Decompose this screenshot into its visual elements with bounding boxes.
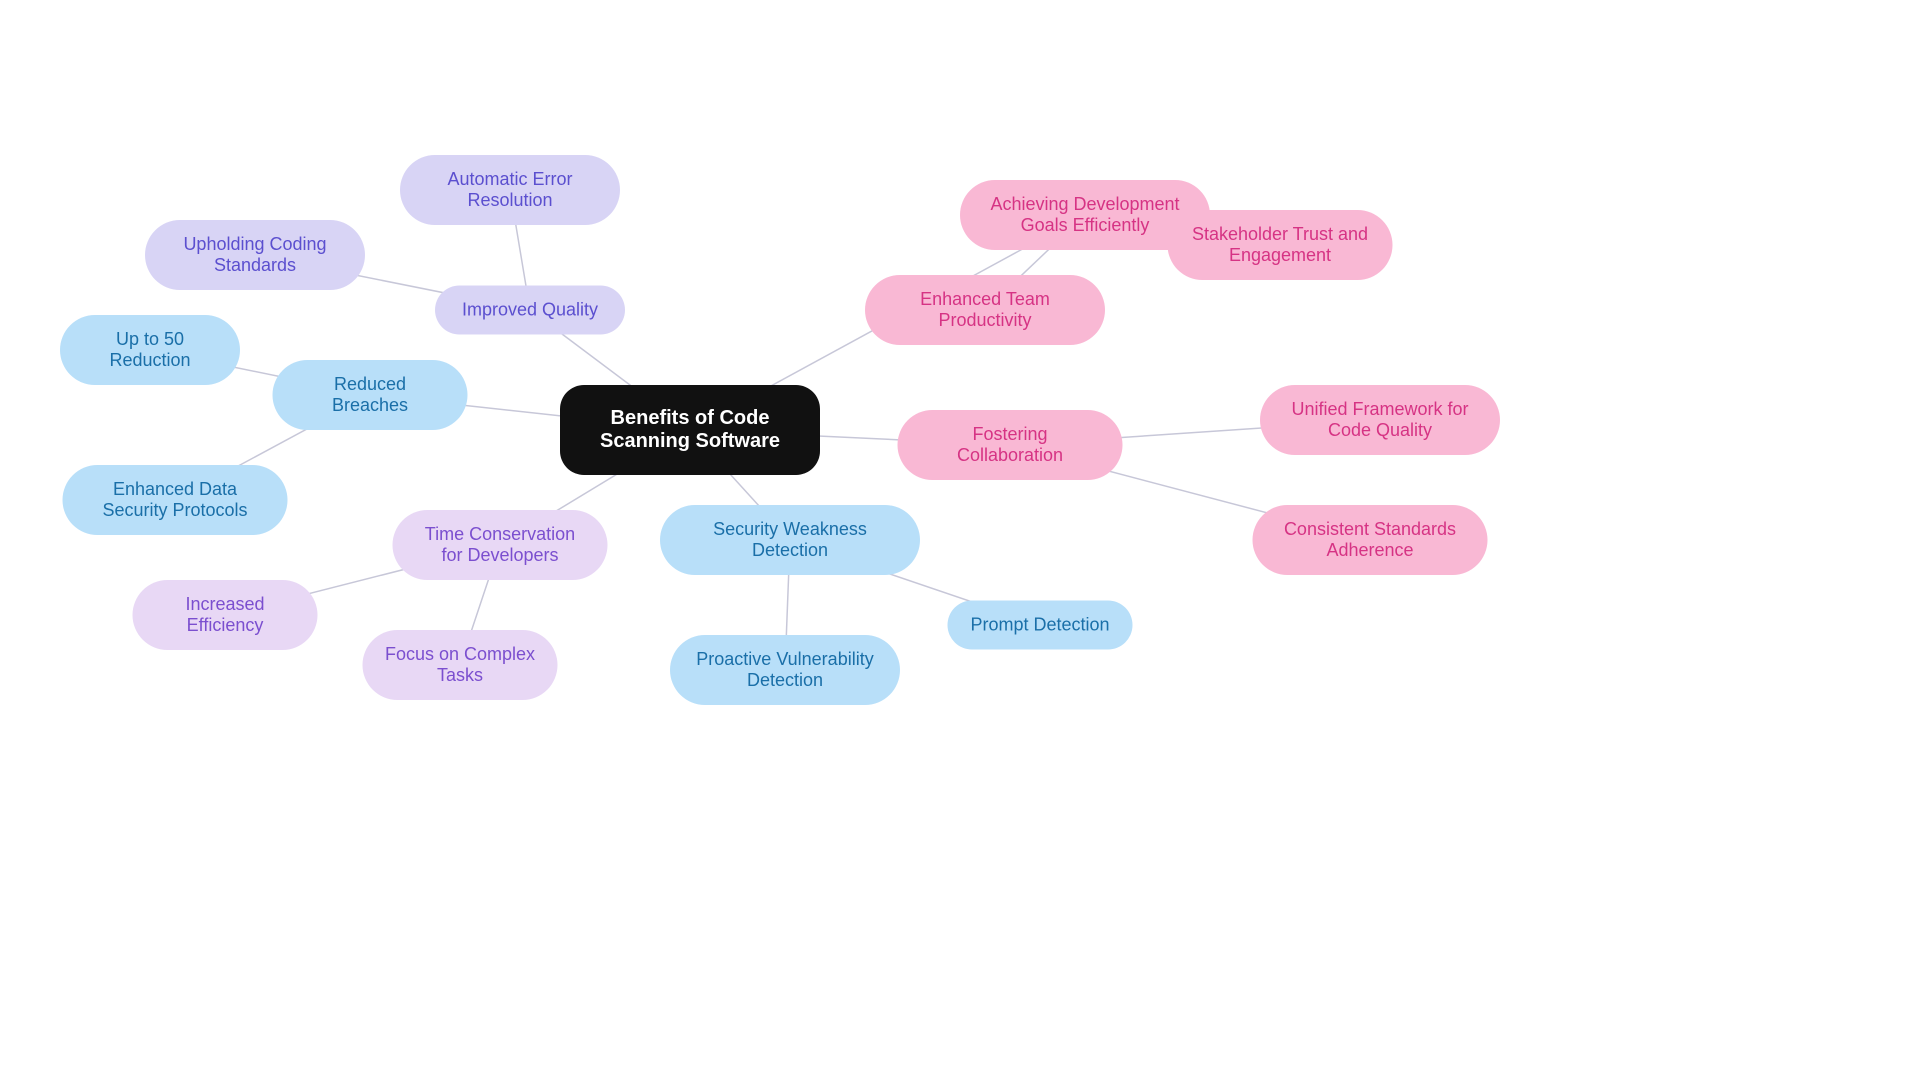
connections-svg	[0, 0, 1920, 1083]
node-reduced-breaches: Reduced Breaches	[273, 360, 468, 430]
node-focus-complex: Focus on Complex Tasks	[363, 630, 558, 700]
center-node: Benefits of Code Scanning Software	[560, 385, 820, 475]
node-up-to-50: Up to 50 Reduction	[60, 315, 240, 385]
node-enhanced-team: Enhanced Team Productivity	[865, 275, 1105, 345]
node-enhanced-data: Enhanced Data Security Protocols	[63, 465, 288, 535]
node-increased-efficiency: Increased Efficiency	[133, 580, 318, 650]
node-prompt-detection: Prompt Detection	[948, 601, 1133, 650]
node-time-conservation: Time Conservation for Developers	[393, 510, 608, 580]
mindmap-container: Benefits of Code Scanning Software Improv…	[0, 0, 1920, 1083]
node-automatic-error: Automatic Error Resolution	[400, 155, 620, 225]
node-upholding-coding: Upholding Coding Standards	[145, 220, 365, 290]
node-fostering-collab: Fostering Collaboration	[898, 410, 1123, 480]
node-stakeholder-trust: Stakeholder Trust and Engagement	[1168, 210, 1393, 280]
node-improved-quality: Improved Quality	[435, 286, 625, 335]
node-consistent-standards: Consistent Standards Adherence	[1253, 505, 1488, 575]
node-proactive-vuln: Proactive Vulnerability Detection	[670, 635, 900, 705]
node-unified-framework: Unified Framework for Code Quality	[1260, 385, 1500, 455]
node-security-weakness: Security Weakness Detection	[660, 505, 920, 575]
